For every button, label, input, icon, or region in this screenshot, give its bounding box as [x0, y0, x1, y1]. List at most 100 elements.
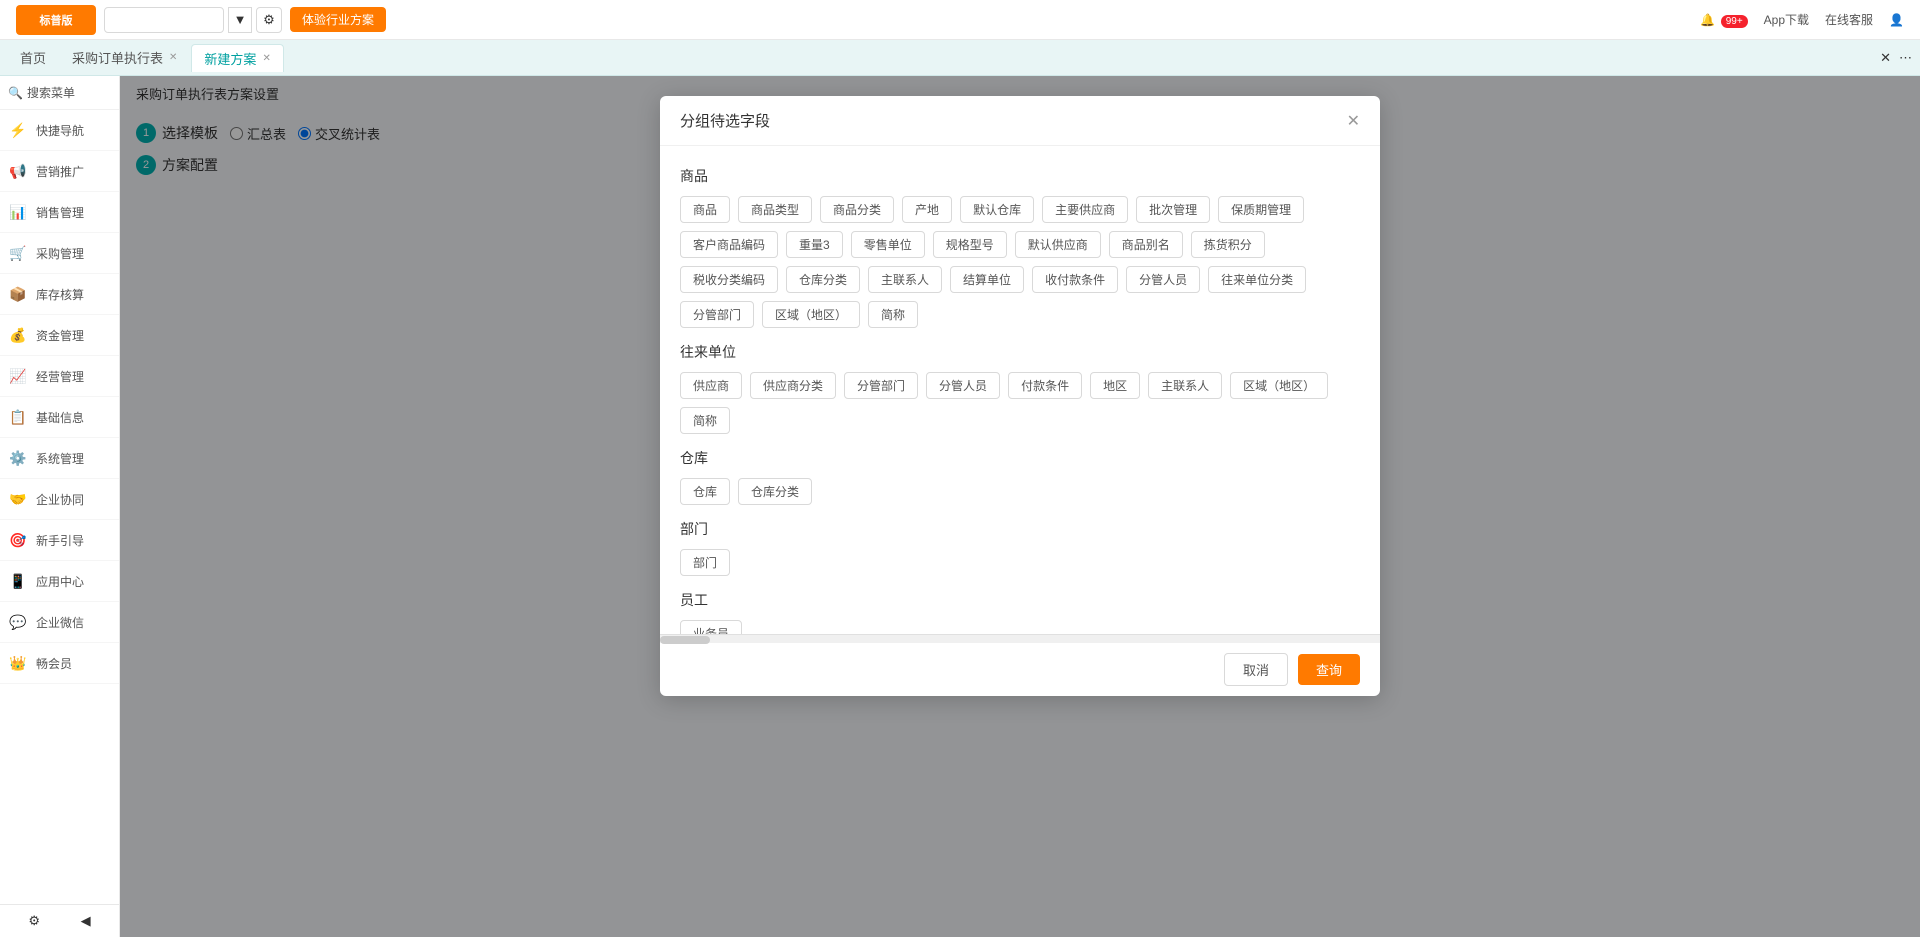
field-chip-product-4[interactable]: 产地 — [902, 196, 952, 223]
field-chip-product-14[interactable]: 商品别名 — [1109, 231, 1183, 258]
tab-new-scheme-label: 新建方案 — [204, 49, 256, 68]
app-download-link[interactable]: App下载 — [1764, 11, 1809, 28]
confirm-button[interactable]: 查询 — [1298, 654, 1360, 685]
field-chip-partner-6[interactable]: 地区 — [1090, 372, 1140, 399]
tab-expand-icon[interactable]: ✕ — [1880, 50, 1891, 66]
sidebar-item-finance[interactable]: 💰 资金管理 — [0, 315, 119, 356]
sidebar-item-purchase[interactable]: 🛒 采购管理 — [0, 233, 119, 274]
tab-home[interactable]: 首页 — [8, 44, 58, 72]
modal-body[interactable]: 商品 商品 商品类型 商品分类 产地 默认仓库 主要供应商 批次管理 保质期管理… — [660, 146, 1380, 634]
collab-icon: 🤝 — [8, 489, 28, 509]
field-chip-partner-3[interactable]: 分管部门 — [844, 372, 918, 399]
horizontal-scrollbar[interactable] — [660, 634, 1380, 642]
search-dropdown-btn[interactable]: ▼ — [228, 7, 252, 33]
field-chip-partner-1[interactable]: 供应商 — [680, 372, 742, 399]
online-service-link[interactable]: 在线客服 — [1825, 11, 1873, 28]
field-chip-product-7[interactable]: 批次管理 — [1136, 196, 1210, 223]
field-chip-product-20[interactable]: 收付款条件 — [1032, 266, 1118, 293]
modal-overlay: 分组待选字段 ✕ 商品 商品 商品类型 商品分类 产地 默认仓库 主要供应商 批… — [120, 76, 1920, 937]
sidebar-item-basics[interactable]: 📋 基础信息 — [0, 397, 119, 438]
h-scroll-thumb — [660, 636, 710, 644]
basics-icon: 📋 — [8, 407, 28, 427]
field-chip-product-17[interactable]: 仓库分类 — [786, 266, 860, 293]
modal-footer: 取消 查询 — [660, 642, 1380, 696]
modal-title: 分组待选字段 — [680, 110, 770, 131]
field-chip-product-15[interactable]: 拣货积分 — [1191, 231, 1265, 258]
field-chip-partner-9[interactable]: 简称 — [680, 407, 730, 434]
tab-purchase-exec-label: 采购订单执行表 — [72, 48, 163, 67]
sidebar-item-system[interactable]: ⚙️ 系统管理 — [0, 438, 119, 479]
field-chip-partner-7[interactable]: 主联系人 — [1148, 372, 1222, 399]
tab-new-scheme-close[interactable]: ✕ — [262, 53, 270, 64]
operations-icon: 📈 — [8, 366, 28, 386]
field-chip-product-2[interactable]: 商品类型 — [738, 196, 812, 223]
field-chip-product-9[interactable]: 客户商品编码 — [680, 231, 778, 258]
sidebar-item-sales[interactable]: 📊 销售管理 — [0, 192, 119, 233]
field-chip-product-21[interactable]: 分管人员 — [1126, 266, 1200, 293]
top-bar-right: 🔔 99+ App下载 在线客服 👤 — [1700, 11, 1904, 28]
sidebar-search-label: 搜索菜单 — [27, 84, 75, 101]
field-chip-department-1[interactable]: 部门 — [680, 549, 730, 576]
field-chip-product-22[interactable]: 往来单位分类 — [1208, 266, 1306, 293]
field-select-modal: 分组待选字段 ✕ 商品 商品 商品类型 商品分类 产地 默认仓库 主要供应商 批… — [660, 96, 1380, 696]
finance-icon: 💰 — [8, 325, 28, 345]
sidebar-item-system-label: 系统管理 — [36, 450, 84, 467]
field-chip-partner-5[interactable]: 付款条件 — [1008, 372, 1082, 399]
field-chip-partner-8[interactable]: 区域（地区） — [1230, 372, 1328, 399]
field-chip-product-8[interactable]: 保质期管理 — [1218, 196, 1304, 223]
field-chip-product-10[interactable]: 重量3 — [786, 231, 843, 258]
field-chip-product-13[interactable]: 默认供应商 — [1015, 231, 1101, 258]
sidebar-collapse-icon[interactable]: ◀ — [81, 913, 91, 929]
field-chips-staff: 业务员 — [680, 620, 1360, 634]
field-chip-product-12[interactable]: 规格型号 — [933, 231, 1007, 258]
field-chip-product-24[interactable]: 区域（地区） — [762, 301, 860, 328]
sidebar-item-quick-nav[interactable]: ⚡ 快捷导航 — [0, 110, 119, 151]
field-chip-product-6[interactable]: 主要供应商 — [1042, 196, 1128, 223]
field-chip-product-3[interactable]: 商品分类 — [820, 196, 894, 223]
sidebar-search[interactable]: 🔍 搜索菜单 — [0, 76, 119, 110]
group-title-department: 部门 — [680, 519, 1360, 539]
group-title-partner: 往来单位 — [680, 342, 1360, 362]
field-chip-warehouse-1[interactable]: 仓库 — [680, 478, 730, 505]
tab-new-scheme[interactable]: 新建方案 ✕ — [191, 44, 283, 72]
sidebar-item-member[interactable]: 👑 畅会员 — [0, 643, 119, 684]
tab-more-icon[interactable]: ⋯ — [1899, 50, 1912, 66]
sidebar-item-newbie[interactable]: 🎯 新手引导 — [0, 520, 119, 561]
modal-close-button[interactable]: ✕ — [1347, 111, 1360, 131]
field-chips-warehouse: 仓库 仓库分类 — [680, 478, 1360, 505]
field-chip-product-23[interactable]: 分管部门 — [680, 301, 754, 328]
tab-purchase-exec-close[interactable]: ✕ — [169, 52, 177, 63]
field-chips-product: 商品 商品类型 商品分类 产地 默认仓库 主要供应商 批次管理 保质期管理 客户… — [680, 196, 1360, 328]
field-chip-product-25[interactable]: 简称 — [868, 301, 918, 328]
member-icon: 👑 — [8, 653, 28, 673]
user-avatar[interactable]: 👤 — [1889, 13, 1904, 27]
tab-bar-actions: ✕ ⋯ — [1880, 50, 1912, 66]
sidebar-item-collab-label: 企业协同 — [36, 491, 84, 508]
field-chip-product-16[interactable]: 税收分类编码 — [680, 266, 778, 293]
field-chip-staff-1[interactable]: 业务员 — [680, 620, 742, 634]
tab-purchase-exec[interactable]: 采购订单执行表 ✕ — [60, 44, 189, 72]
search-input[interactable] — [104, 7, 224, 33]
sidebar-item-inventory[interactable]: 📦 库存核算 — [0, 274, 119, 315]
settings-icon[interactable]: ⚙ — [256, 7, 282, 33]
field-chip-product-5[interactable]: 默认仓库 — [960, 196, 1034, 223]
field-chip-product-11[interactable]: 零售单位 — [851, 231, 925, 258]
app-logo: 标普版 — [16, 5, 96, 35]
sidebar-item-marketing[interactable]: 📢 营销推广 — [0, 151, 119, 192]
field-chip-product-18[interactable]: 主联系人 — [868, 266, 942, 293]
sidebar-item-wx[interactable]: 💬 企业微信 — [0, 602, 119, 643]
field-chip-product-19[interactable]: 结算单位 — [950, 266, 1024, 293]
field-chip-partner-2[interactable]: 供应商分类 — [750, 372, 836, 399]
sidebar-item-quick-nav-label: 快捷导航 — [36, 122, 84, 139]
sidebar-item-collab[interactable]: 🤝 企业协同 — [0, 479, 119, 520]
sidebar-settings-icon[interactable]: ⚙ — [28, 913, 40, 929]
field-chip-product-1[interactable]: 商品 — [680, 196, 730, 223]
sidebar-item-marketing-label: 营销推广 — [36, 163, 84, 180]
cancel-button[interactable]: 取消 — [1224, 653, 1288, 686]
field-chip-warehouse-2[interactable]: 仓库分类 — [738, 478, 812, 505]
trial-button[interactable]: 体验行业方案 — [290, 7, 386, 32]
sidebar-item-appcenter[interactable]: 📱 应用中心 — [0, 561, 119, 602]
notification-area[interactable]: 🔔 99+ — [1700, 13, 1747, 27]
field-chip-partner-4[interactable]: 分管人员 — [926, 372, 1000, 399]
sidebar-item-operations[interactable]: 📈 经营管理 — [0, 356, 119, 397]
